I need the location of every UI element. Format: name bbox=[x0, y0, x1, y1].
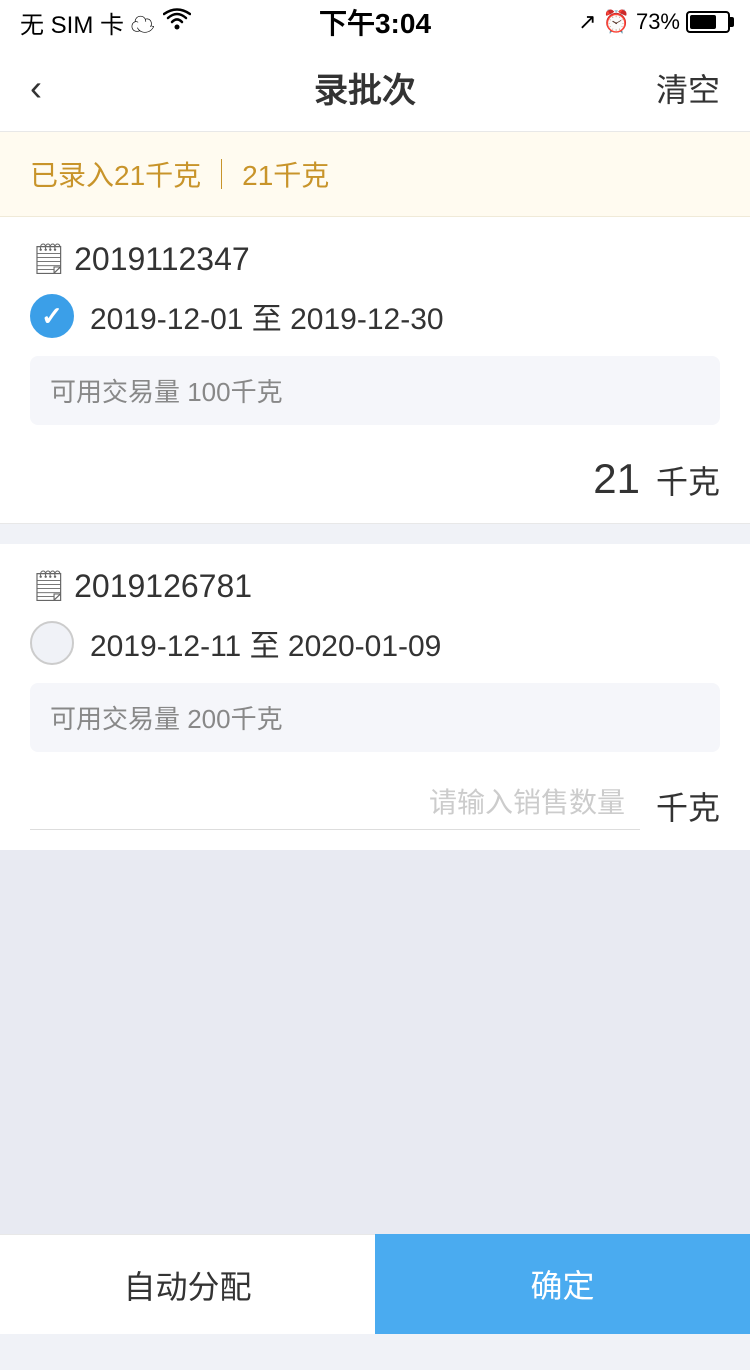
alarm-icon: ⏰ bbox=[603, 9, 630, 35]
batch-1-available: 可用交易量 100千克 bbox=[30, 356, 720, 425]
page-title: 录批次 bbox=[314, 63, 416, 112]
status-time: 下午3:04 bbox=[319, 2, 431, 42]
batch-1-quantity: 21 bbox=[593, 455, 640, 503]
batch-2-date-row: 2019-12-11 至 2020-01-09 bbox=[0, 615, 750, 675]
empty-area bbox=[0, 850, 750, 1270]
batch-1-header: 🗒 2019112347 bbox=[0, 217, 750, 288]
batch-2-available: 可用交易量 200千克 bbox=[30, 683, 720, 752]
batch-2-id: 2019126781 bbox=[74, 568, 252, 605]
batch-1-id: 2019112347 bbox=[74, 241, 250, 278]
status-bar: 无 SIM 卡 ☁ 下午3:04 ↗ ⏰ 73% bbox=[0, 0, 750, 44]
wifi-icon bbox=[163, 8, 191, 37]
batch-2-radio[interactable] bbox=[30, 621, 74, 665]
battery-fill bbox=[690, 15, 716, 29]
summary-amount: 21千克 bbox=[242, 154, 329, 194]
section-separator bbox=[0, 524, 750, 544]
recorded-label: 已录入21千克 bbox=[30, 154, 201, 194]
batch-2-header: 🗒 2019126781 bbox=[0, 544, 750, 615]
batch-1-date-row: 2019-12-01 至 2019-12-30 bbox=[0, 288, 750, 348]
bottom-buttons: 自动分配 确定 bbox=[0, 1234, 750, 1334]
batch-2-date: 2019-12-11 至 2020-01-09 bbox=[90, 621, 441, 665]
auto-distribute-button[interactable]: 自动分配 bbox=[0, 1234, 375, 1334]
batch-id-icon-2: 🗒 bbox=[30, 569, 68, 604]
batch-2-input-row: 千克 bbox=[0, 766, 750, 850]
nav-bar: ‹ 录批次 清空 bbox=[0, 44, 750, 132]
batch-1-value-row: 21 千克 bbox=[0, 439, 750, 524]
back-button[interactable]: ‹ bbox=[30, 67, 90, 109]
no-sim-text: 无 SIM 卡 ☁ bbox=[20, 5, 155, 40]
batch-1-unit: 千克 bbox=[656, 457, 720, 503]
batch-item-1: 🗒 2019112347 2019-12-01 至 2019-12-30 可用交… bbox=[0, 217, 750, 524]
status-left: 无 SIM 卡 ☁ bbox=[20, 5, 191, 40]
status-right: ↗ ⏰ 73% bbox=[578, 9, 730, 35]
summary-divider bbox=[221, 159, 222, 189]
batch-2-unit: 千克 bbox=[656, 783, 720, 829]
batch-1-date: 2019-12-01 至 2019-12-30 bbox=[90, 294, 444, 338]
battery-percent: 73% bbox=[636, 9, 680, 35]
clear-button[interactable]: 清空 bbox=[640, 65, 720, 111]
location-icon: ↗ bbox=[578, 9, 596, 35]
batch-2-qty-input[interactable] bbox=[30, 782, 640, 830]
batch-item-2: 🗒 2019126781 2019-12-11 至 2020-01-09 可用交… bbox=[0, 544, 750, 850]
batch-1-radio[interactable] bbox=[30, 294, 74, 338]
battery-icon bbox=[686, 11, 730, 33]
content-area: 🗒 2019112347 2019-12-01 至 2019-12-30 可用交… bbox=[0, 217, 750, 1370]
batch-id-icon-1: 🗒 bbox=[30, 242, 68, 277]
confirm-button[interactable]: 确定 bbox=[375, 1234, 750, 1334]
summary-banner: 已录入21千克 21千克 bbox=[0, 132, 750, 217]
